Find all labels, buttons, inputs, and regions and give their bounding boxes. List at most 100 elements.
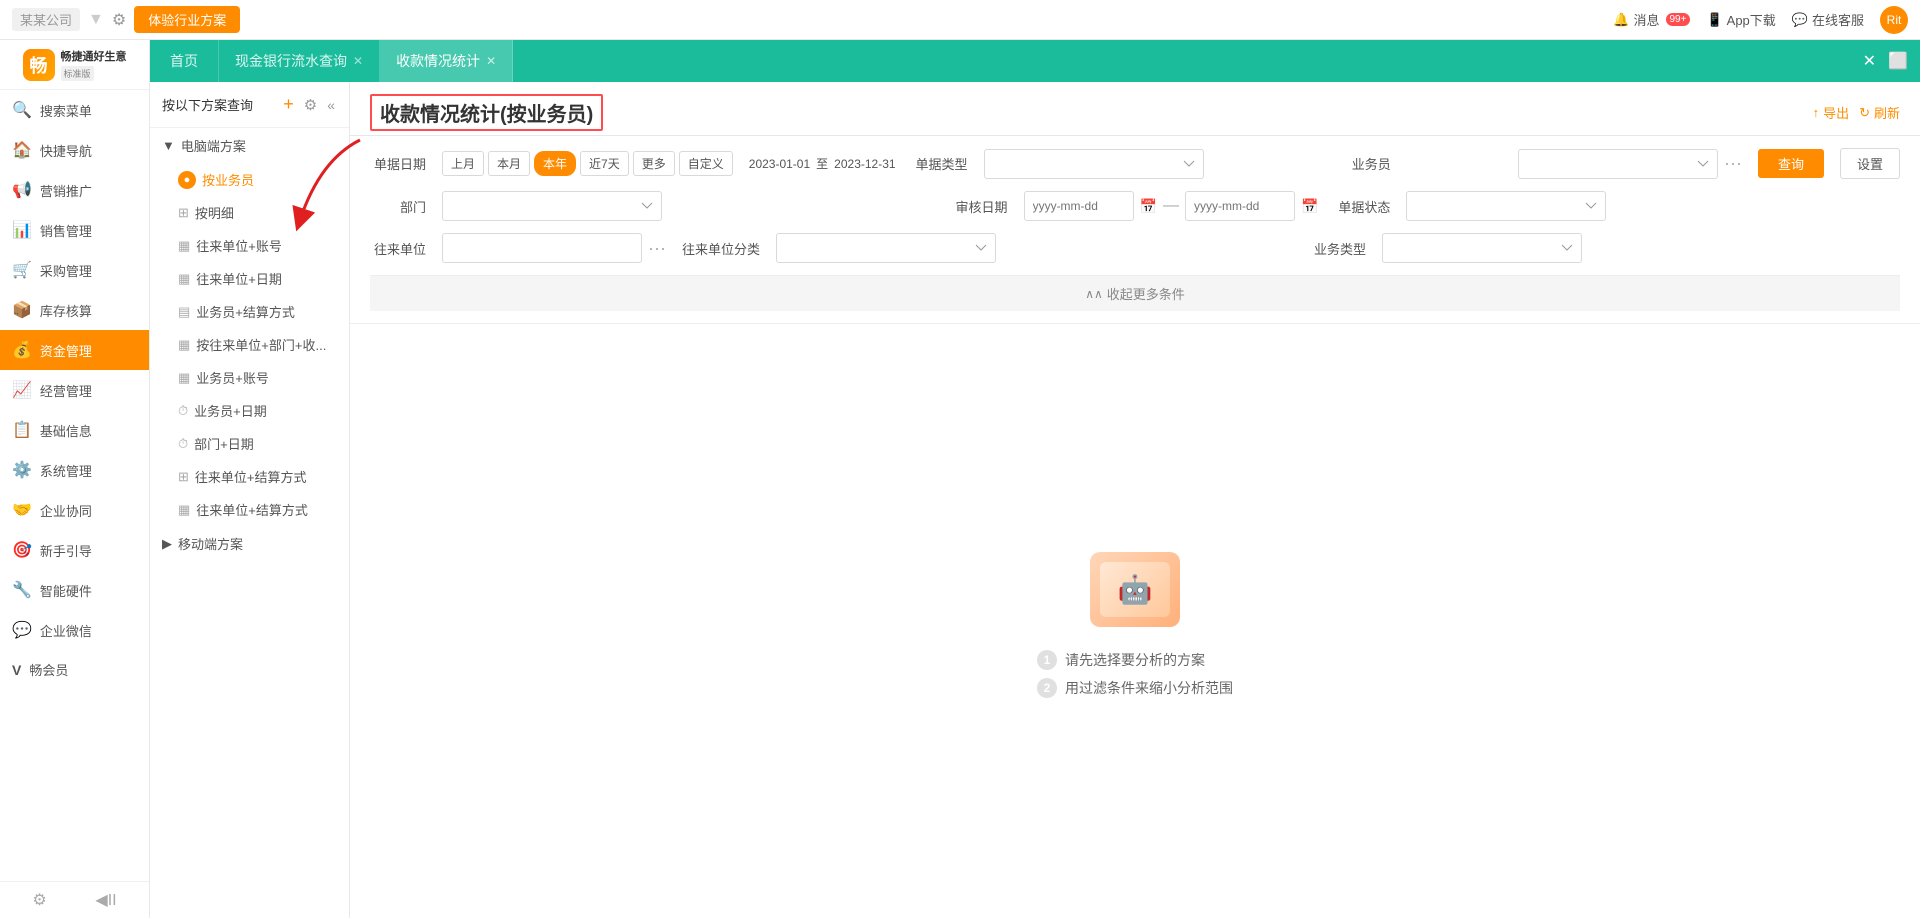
sidebar-item-basic[interactable]: 📋 基础信息: [0, 410, 149, 450]
tab-collection-stats-close[interactable]: ✕: [486, 54, 496, 68]
scheme-item-by-partner-dept[interactable]: ▦ 按往来单位+部门+收...: [150, 328, 349, 361]
tab-maximize-btn[interactable]: ⬜: [1888, 51, 1908, 71]
app-download[interactable]: 📱 App下载: [1706, 10, 1775, 29]
biz-type-select[interactable]: [1382, 233, 1582, 263]
date-btn-7days[interactable]: 近7天: [580, 151, 629, 176]
audit-date-group: 📅 — 📅: [1024, 191, 1319, 221]
doc-type-select[interactable]: [984, 149, 1204, 179]
sidebar-item-operations[interactable]: 📈 经营管理: [0, 370, 149, 410]
scheme-label-salesman-date: 业务员+日期: [194, 401, 267, 420]
mobile-scheme-group: ▶ 移动端方案: [150, 526, 349, 561]
cal-icon-end[interactable]: 📅: [1301, 198, 1318, 215]
clock-icon2: ⏱: [178, 436, 188, 452]
sidebar-item-purchase[interactable]: 🛒 采购管理: [0, 250, 149, 290]
panel-collapse-btn[interactable]: «: [325, 92, 337, 117]
add-scheme-btn[interactable]: +: [281, 92, 296, 117]
filter-settings-button[interactable]: 设置: [1840, 148, 1900, 179]
sidebar-item-marketing[interactable]: 📢 营销推广: [0, 170, 149, 210]
partner-input[interactable]: [442, 233, 642, 263]
sidebar-item-vip[interactable]: V 畅会员: [0, 650, 149, 689]
box-inner: 🤖: [1100, 562, 1170, 617]
doc-status-select[interactable]: [1406, 191, 1606, 221]
date-btn-last-month[interactable]: 上月: [442, 151, 484, 176]
desktop-group-title[interactable]: ▼ 电脑端方案: [150, 128, 349, 163]
logo-text: 畅捷通好生意: [61, 48, 127, 64]
scheme-item-salesman-account[interactable]: ▦ 业务员+账号: [150, 361, 349, 394]
service-icon: 💬: [1792, 12, 1808, 28]
date-btn-custom[interactable]: 自定义: [679, 151, 733, 176]
notifications[interactable]: 🔔 消息 99+: [1613, 10, 1690, 29]
chart-icon: 📈: [12, 380, 32, 400]
dept-select[interactable]: [442, 191, 662, 221]
empty-step-1: 1 请先选择要分析的方案: [1037, 650, 1233, 670]
online-service[interactable]: 💬 在线客服: [1792, 10, 1864, 29]
audit-date-start-input[interactable]: [1024, 191, 1134, 221]
sidebar-item-system[interactable]: ⚙️ 系统管理: [0, 450, 149, 490]
tab-home-label: 首页: [170, 51, 198, 71]
scheme-item-by-salesman[interactable]: ● 按业务员: [150, 163, 349, 196]
audit-date-label: 审核日期: [952, 197, 1008, 216]
tab-bar-actions: ✕ ⬜: [1851, 40, 1920, 82]
scheme-item-salesman-settlement[interactable]: ▤ 业务员+结算方式: [150, 295, 349, 328]
refresh-button[interactable]: ↻ 刷新: [1859, 103, 1900, 122]
query-button[interactable]: 查询: [1758, 149, 1824, 178]
scheme-item-partner-account[interactable]: ▦ 往来单位+账号: [150, 229, 349, 262]
sidebar-item-sales[interactable]: 📊 销售管理: [0, 210, 149, 250]
export-button[interactable]: ↑ 导出: [1813, 103, 1850, 122]
scheme-item-partner-date[interactable]: ▦ 往来单位+日期: [150, 262, 349, 295]
date-btn-this-year[interactable]: 本年: [534, 151, 576, 176]
scheme-item-salesman-date[interactable]: ⏱ 业务员+日期: [150, 394, 349, 427]
partner-category-label: 往来单位分类: [682, 239, 760, 258]
sidebar-item-guide[interactable]: 🎯 新手引导: [0, 530, 149, 570]
scheme-settings-btn[interactable]: ⚙: [302, 92, 319, 117]
search-icon: 🔍: [12, 100, 32, 120]
top-bar-right: 🔔 消息 99+ 📱 App下载 💬 在线客服 Rit: [1613, 6, 1908, 34]
filter-collapse-bar[interactable]: ∧∧ 收起更多条件: [370, 275, 1900, 311]
tab-home[interactable]: 首页: [150, 40, 219, 82]
doc-status-select-wrapper: [1406, 191, 1900, 221]
online-service-label: 在线客服: [1812, 10, 1864, 29]
user-avatar[interactable]: Rit: [1880, 6, 1908, 34]
trial-button[interactable]: 体验行业方案: [134, 6, 240, 33]
scheme-item-dept-date[interactable]: ⏱ 部门+日期: [150, 427, 349, 460]
ps1-icon: ⊞: [178, 469, 189, 485]
sidebar-label-vip: 畅会员: [29, 660, 68, 679]
dept-icon: ▦: [178, 337, 190, 353]
sidebar-label-guide: 新手引导: [40, 541, 92, 560]
filter-row-1: 单据日期 上月 本月 本年 近7天 更多 自定义 2023-01-01: [370, 148, 1900, 179]
partner-category-select[interactable]: [776, 233, 996, 263]
date-btn-this-month[interactable]: 本月: [488, 151, 530, 176]
sidebar-settings-btn[interactable]: ⚙: [32, 890, 46, 910]
scheme-item-partner-settlement2[interactable]: ▦ 往来单位+结算方式: [150, 493, 349, 526]
sidebar-item-smart-hw[interactable]: 🔧 智能硬件: [0, 570, 149, 610]
date-range-separator: 至: [816, 155, 828, 172]
empty-step-2: 2 用过滤条件来缩小分析范围: [1037, 678, 1233, 698]
tab-bank-flow[interactable]: 现金银行流水查询 ✕: [219, 40, 380, 82]
salesman-select[interactable]: [1518, 149, 1718, 179]
scheme-item-partner-settlement1[interactable]: ⊞ 往来单位+结算方式: [150, 460, 349, 493]
mobile-group-title[interactable]: ▶ 移动端方案: [150, 526, 349, 561]
sidebar-collapse-btn[interactable]: ◀II: [95, 890, 116, 910]
tab-close-window-btn[interactable]: ✕: [1863, 51, 1876, 71]
audit-date-end-input[interactable]: [1185, 191, 1295, 221]
sidebar-label-system: 系统管理: [40, 461, 92, 480]
cal-icon-start[interactable]: 📅: [1140, 198, 1157, 215]
doc-status-label: 单据状态: [1334, 197, 1390, 216]
sidebar-item-inventory[interactable]: 📦 库存核算: [0, 290, 149, 330]
tab-bank-flow-close[interactable]: ✕: [353, 54, 363, 68]
top-settings-icon[interactable]: ⚙: [112, 10, 126, 30]
mobile-arrow: ▶: [162, 536, 172, 552]
salesman-more-icon[interactable]: ···: [1724, 153, 1742, 174]
sidebar-item-enterprise[interactable]: 🤝 企业协同: [0, 490, 149, 530]
filter-collapse-label: 收起更多条件: [1107, 284, 1185, 303]
step-num-1: 1: [1037, 650, 1057, 670]
sidebar-item-wechat[interactable]: 💬 企业微信: [0, 610, 149, 650]
sidebar-item-finance[interactable]: 💰 资金管理: [0, 330, 149, 370]
partner-more-icon[interactable]: ···: [648, 238, 666, 259]
date-btn-more[interactable]: 更多: [633, 151, 675, 176]
refresh-icon: ↻: [1859, 105, 1870, 121]
scheme-item-by-detail[interactable]: ⊞ 按明细: [150, 196, 349, 229]
tab-collection-stats[interactable]: 收款情况统计 ✕: [380, 40, 513, 82]
sidebar-item-quick-nav[interactable]: 🏠 快捷导航: [0, 130, 149, 170]
sidebar-item-search[interactable]: 🔍 搜索菜单: [0, 90, 149, 130]
